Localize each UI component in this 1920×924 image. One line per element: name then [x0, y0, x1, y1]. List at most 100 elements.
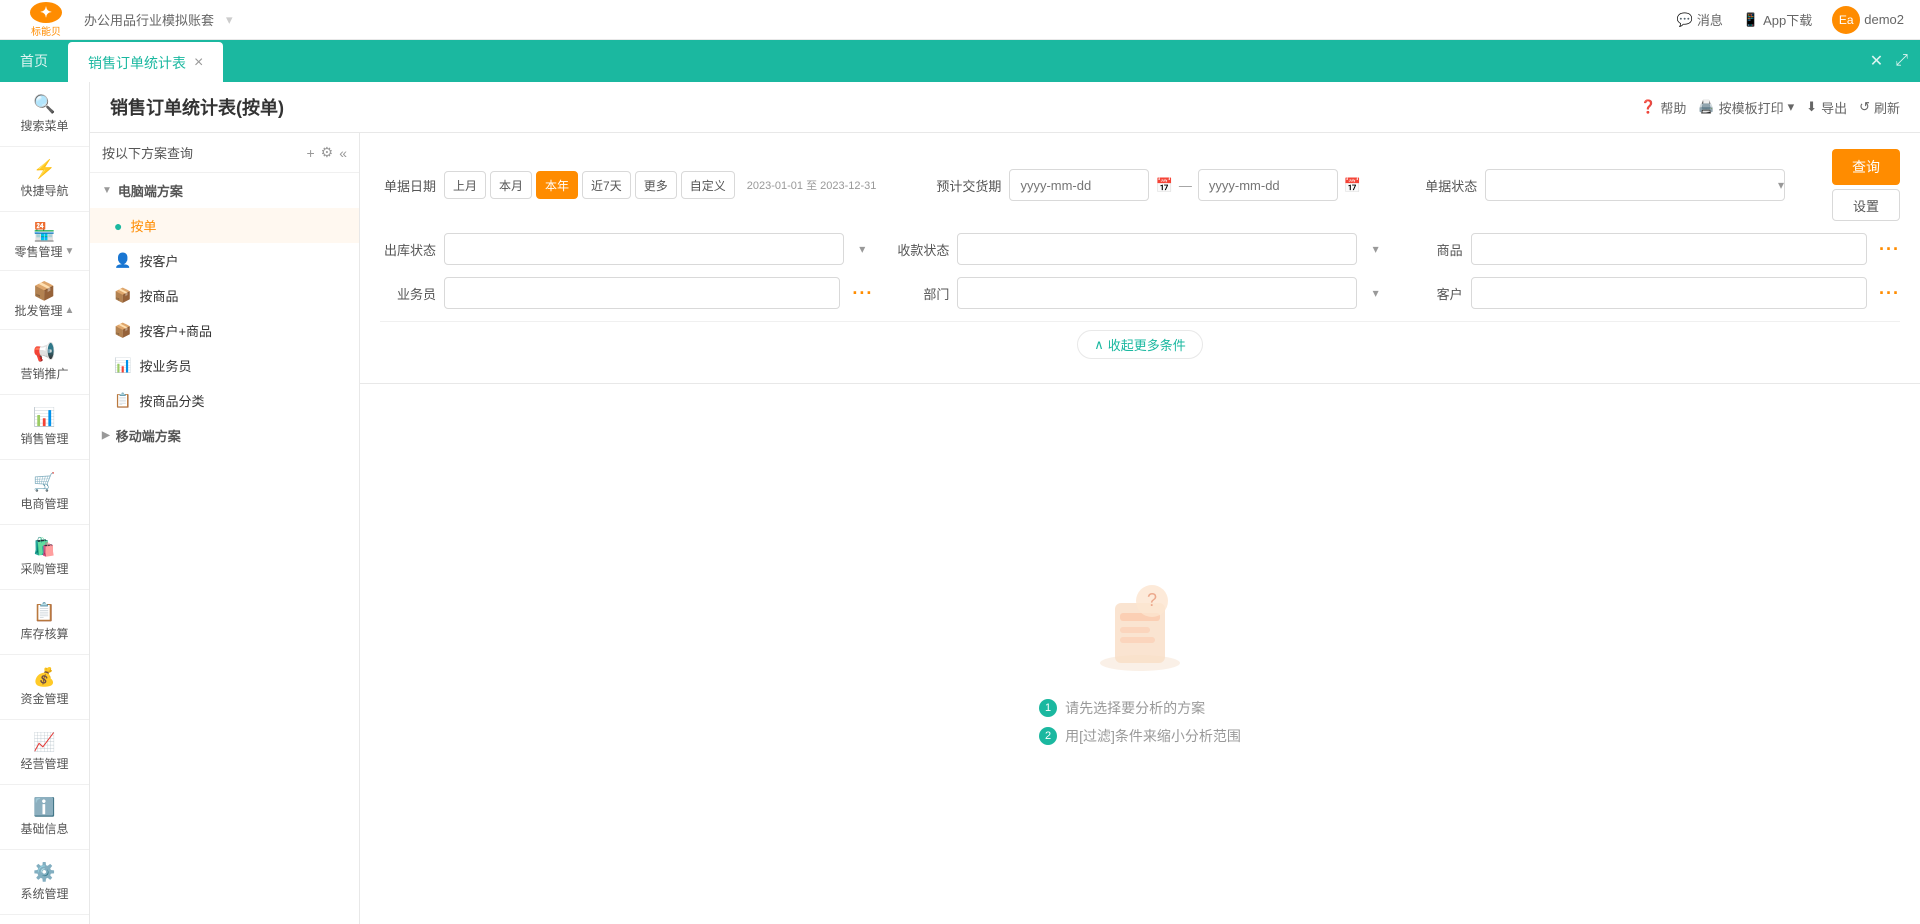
sidebar-item-inventory[interactable]: 📋 库存核算 [0, 590, 89, 655]
base-icon: ℹ️ [33, 797, 55, 818]
breadcrumb-arrow[interactable]: ▾ [226, 12, 233, 28]
filter-doc-status-item: 单据状态 [1421, 169, 1792, 201]
expected-date-start-input[interactable] [1009, 169, 1149, 201]
sidebar-item-purchase[interactable]: 🛍️ 采购管理 [0, 525, 89, 590]
print-label: 按模板打印 [1719, 98, 1784, 117]
left-panel-header: 按以下方案查询 + ⚙ « [90, 133, 359, 173]
date-separator: — [1179, 178, 1192, 193]
sidebar-item-wholesale[interactable]: 📦 批发管理 ▲ [0, 271, 89, 330]
sidebar-item-collab[interactable]: 🤝 企业协同 [0, 915, 89, 924]
scheme-item-by-category[interactable]: 📋 按商品分类 [90, 383, 359, 418]
window-expand-icon[interactable]: ⤢ [1895, 52, 1908, 70]
commodity-dots-button[interactable]: ··· [1879, 240, 1900, 258]
date-range-text: 2023-01-01 至 2023-12-31 [747, 177, 877, 193]
tab-home-label: 首页 [20, 51, 48, 71]
help-button[interactable]: ❓ 帮助 [1640, 98, 1686, 117]
date-btn-more[interactable]: 更多 [635, 171, 677, 199]
panel-collapse-button[interactable]: « [339, 145, 347, 161]
tab-close-icon[interactable]: × [194, 54, 203, 72]
doc-status-select[interactable] [1485, 169, 1785, 201]
scheme-group-pc[interactable]: ▼ 电脑端方案 [90, 173, 359, 208]
sidebar-item-marketing[interactable]: 📢 营销推广 [0, 330, 89, 395]
sidebar-item-label: 电商管理 [20, 495, 68, 512]
empty-step-2: 2 用[过滤]条件来缩小分析范围 [1039, 726, 1241, 746]
sidebar-item-finance[interactable]: 💰 资金管理 [0, 655, 89, 720]
page-header: 销售订单统计表(按单) ❓ 帮助 🖨️ 按模板打印 ▾ ⬇ 导出 ↺ 刷新 [90, 82, 1920, 133]
tab-home[interactable]: 首页 [0, 40, 68, 82]
department-select[interactable] [957, 277, 1357, 309]
help-label: 帮助 [1660, 98, 1686, 117]
salesperson-dots-button[interactable]: ··· [852, 284, 873, 302]
sidebar: 🔍 搜索菜单 ⚡ 快捷导航 🏪 零售管理 ▼ 📦 批发管理 ▲ 📢 营销推广 📊… [0, 82, 90, 924]
refresh-label: 刷新 [1874, 98, 1900, 117]
wholesale-label: 批发管理 ▲ [15, 302, 75, 319]
scheme-settings-button[interactable]: ⚙ [321, 144, 334, 161]
sidebar-item-label: 资金管理 [20, 690, 68, 707]
logo: ✦ 标能贝 [16, 2, 76, 38]
export-icon: ⬇ [1806, 99, 1817, 115]
expected-date-end-input[interactable] [1198, 169, 1338, 201]
step-1-text: 请先选择要分析的方案 [1065, 698, 1205, 718]
scheme-group-label: 移动端方案 [116, 426, 181, 445]
sidebar-item-label: 基础信息 [20, 820, 68, 837]
date-btn-last-month[interactable]: 上月 [444, 171, 486, 199]
commodity-input[interactable] [1471, 233, 1867, 265]
sidebar-item-label: 销售管理 [20, 430, 68, 447]
user-profile[interactable]: Ea demo2 [1832, 6, 1904, 34]
sidebar-item-nav[interactable]: ⚡ 快捷导航 [0, 147, 89, 212]
date-btn-this-month[interactable]: 本月 [490, 171, 532, 199]
avatar-text: Ea [1839, 13, 1854, 27]
scheme-customer-icon: 👤 [114, 252, 131, 269]
username: demo2 [1864, 12, 1904, 27]
right-panel: 单据日期 上月 本月 本年 近7天 更多 自定义 2023-01-01 至 20… [360, 133, 1920, 924]
ecommerce-icon: 🛒 [33, 472, 55, 493]
sidebar-item-search[interactable]: 🔍 搜索菜单 [0, 82, 89, 147]
collapse-button[interactable]: ∧ 收起更多条件 [1077, 330, 1203, 359]
sidebar-item-operations[interactable]: 📈 经营管理 [0, 720, 89, 785]
purchase-icon: 🛍️ [33, 537, 55, 558]
export-button[interactable]: ⬇ 导出 [1806, 98, 1847, 117]
scheme-category-icon: 📋 [114, 392, 131, 409]
retail-icon: 🏪 [33, 222, 55, 243]
tab-active[interactable]: 销售订单统计表 × [68, 42, 223, 84]
calendar-end-icon[interactable]: 📅 [1344, 177, 1361, 194]
customer-dots-button[interactable]: ··· [1879, 284, 1900, 302]
print-button[interactable]: 🖨️ 按模板打印 ▾ [1698, 98, 1794, 117]
sidebar-item-retail[interactable]: 🏪 零售管理 ▼ [0, 212, 89, 271]
sidebar-item-base[interactable]: ℹ️ 基础信息 [0, 785, 89, 850]
scheme-label: 按单 [130, 216, 156, 235]
scheme-item-by-order[interactable]: ● 按单 [90, 208, 359, 243]
expected-date-label: 预计交货期 [936, 176, 1001, 195]
doc-status-label: 单据状态 [1421, 176, 1477, 195]
window-close-icon[interactable]: ✕ [1870, 51, 1883, 71]
scheme-group-mobile[interactable]: ▶ 移动端方案 [90, 418, 359, 453]
customer-input[interactable] [1471, 277, 1867, 309]
scheme-item-by-customer[interactable]: 👤 按客户 [90, 243, 359, 278]
scheme-item-by-salesperson[interactable]: 📊 按业务员 [90, 348, 359, 383]
wholesale-icon: 📦 [33, 281, 55, 302]
date-btn-custom[interactable]: 自定义 [681, 171, 735, 199]
collapse-arrow-icon: ∧ [1094, 337, 1104, 353]
sidebar-item-system[interactable]: ⚙️ 系统管理 [0, 850, 89, 915]
add-scheme-button[interactable]: + [306, 145, 314, 161]
scheme-order-icon: ● [114, 218, 122, 234]
setting-button[interactable]: 设置 [1832, 189, 1900, 221]
query-button[interactable]: 查询 [1832, 149, 1900, 185]
salesperson-input[interactable] [444, 277, 840, 309]
retail-label: 零售管理 ▼ [15, 243, 75, 260]
inventory-icon: 📋 [33, 602, 55, 623]
sidebar-item-ecommerce[interactable]: 🛒 电商管理 [0, 460, 89, 525]
delivery-status-select[interactable] [444, 233, 844, 265]
payment-status-select[interactable] [957, 233, 1357, 265]
date-btn-7-days[interactable]: 近7天 [582, 171, 631, 199]
delivery-status-label: 出库状态 [380, 240, 436, 259]
sidebar-item-sales[interactable]: 📊 销售管理 [0, 395, 89, 460]
message-button[interactable]: 💬 消息 [1677, 10, 1723, 29]
date-btn-this-year[interactable]: 本年 [536, 171, 578, 199]
calendar-start-icon[interactable]: 📅 [1155, 177, 1172, 194]
department-label: 部门 [893, 284, 949, 303]
scheme-item-by-commodity[interactable]: 📦 按商品 [90, 278, 359, 313]
scheme-item-by-customer-commodity[interactable]: 📦 按客户+商品 [90, 313, 359, 348]
app-download-button[interactable]: 📱 App下载 [1743, 10, 1812, 29]
refresh-button[interactable]: ↺ 刷新 [1859, 98, 1900, 117]
